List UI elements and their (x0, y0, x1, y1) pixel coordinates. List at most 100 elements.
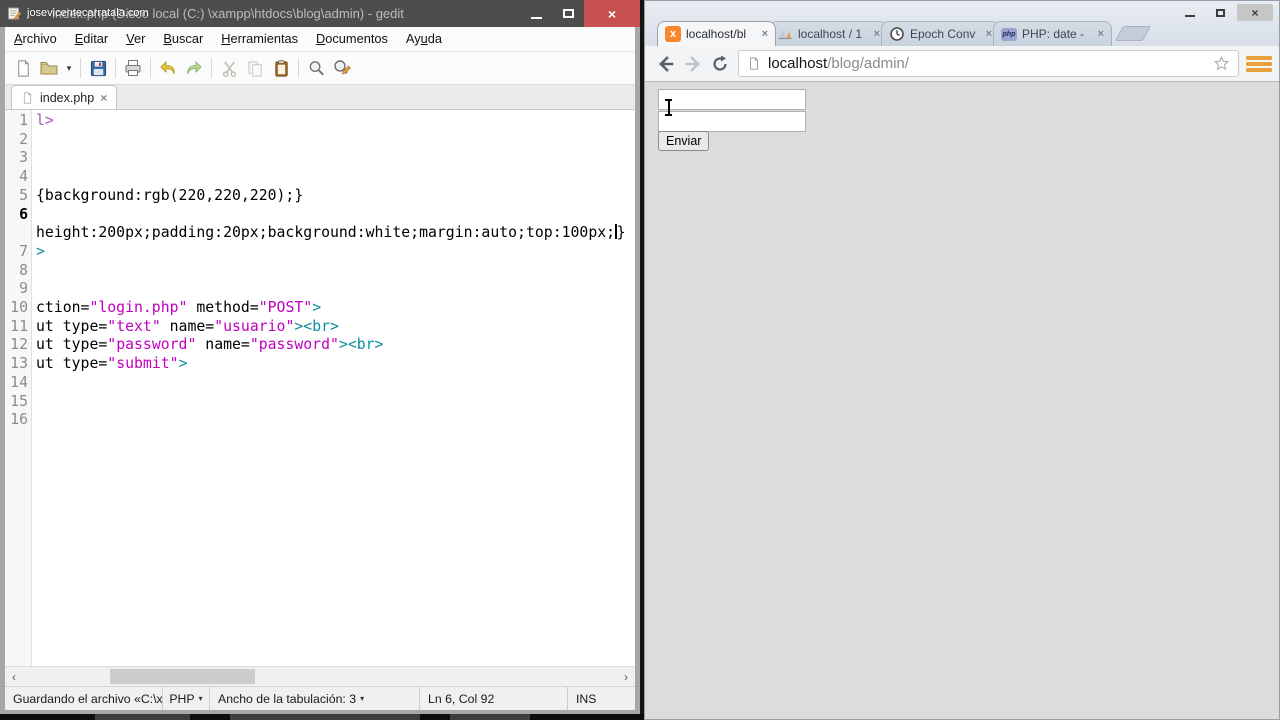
tab-close-icon[interactable]: × (1098, 28, 1104, 40)
code-line: 13 ut type="submit"> (5, 355, 635, 374)
chevron-down-icon: ▾ (66, 62, 72, 73)
toolbar-separator (150, 58, 151, 78)
usuario-input[interactable] (658, 89, 806, 110)
minimize-button[interactable] (1177, 4, 1203, 21)
copy-icon (247, 60, 262, 77)
new-document-button[interactable] (10, 55, 36, 81)
browser-tab-1[interactable]: x localhost/bl × (657, 21, 776, 46)
taskbar-sliver (0, 714, 644, 720)
save-icon (90, 60, 106, 76)
insert-mode-indicator: INS (576, 691, 597, 706)
paste-button[interactable] (268, 55, 294, 81)
minimize-button[interactable] (520, 0, 552, 27)
paste-clipboard-icon (274, 59, 288, 77)
save-button[interactable] (85, 55, 111, 81)
page-icon (750, 57, 758, 70)
code-line: 2 (5, 131, 635, 150)
menu-buscar[interactable]: Buscar (154, 27, 212, 51)
tab-close-icon[interactable]: × (874, 28, 880, 40)
gedit-titlebar: josevicentecarratala.com index.php (Disc… (0, 0, 640, 27)
gedit-window: josevicentecarratala.com index.php (Disc… (0, 0, 640, 714)
line-number: 11 (10, 317, 28, 335)
undo-button[interactable] (155, 55, 181, 81)
scroll-right-arrow[interactable]: › (617, 667, 635, 686)
url-text[interactable]: localhost/blog/admin/ (768, 55, 1213, 72)
code-line: 15 (5, 393, 635, 412)
document-icon (23, 91, 32, 104)
code-line: 7 > (5, 243, 635, 262)
toolbar-separator (211, 58, 212, 78)
tab-close-icon[interactable]: × (762, 28, 768, 40)
menu-ayuda[interactable]: Ayuda (397, 27, 451, 51)
find-button[interactable] (303, 55, 329, 81)
line-number: 1 (19, 112, 28, 129)
line-number: 4 (19, 168, 28, 186)
menu-editar[interactable]: Editar (66, 27, 117, 51)
close-button[interactable]: × (584, 0, 640, 27)
forward-button[interactable] (679, 50, 706, 77)
close-button[interactable]: × (1237, 4, 1273, 21)
editor-tab-index-php[interactable]: index.php × (11, 85, 118, 109)
cursor-position: Ln 6, Col 92 (420, 687, 568, 710)
code-line: 4 (5, 168, 635, 187)
redo-button[interactable] (181, 55, 207, 81)
phpmyadmin-icon (778, 29, 792, 40)
tab-title: PHP: date - (1022, 27, 1085, 41)
password-input[interactable] (658, 111, 806, 132)
line-number: 15 (10, 392, 28, 410)
maximize-button[interactable] (552, 0, 584, 27)
submit-button[interactable]: Enviar (658, 131, 710, 151)
menu-herramientas[interactable]: Herramientas (212, 27, 307, 51)
text-cursor-pointer (664, 99, 673, 116)
code-editor[interactable]: 1 l> 2 3 4 5 {background:rgb(220,220,220);} 6 he… (5, 110, 635, 666)
taskbar-item (230, 714, 420, 720)
maximize-button[interactable] (1207, 4, 1233, 21)
browser-tab-3[interactable]: Epoch Conv × (881, 21, 1000, 46)
scrollbar-thumb[interactable] (110, 669, 255, 684)
address-bar[interactable]: localhost/blog/admin/ (738, 50, 1239, 77)
code-line: height:200px;padding:20px;background:whi… (5, 224, 635, 243)
line-number: 14 (10, 373, 28, 391)
undo-icon (160, 61, 175, 75)
find-and-replace-icon (334, 60, 351, 75)
code-line: 5 {background:rgb(220,220,220);} (5, 187, 635, 206)
browser-tab-2[interactable]: localhost / 1 × (769, 21, 888, 46)
reload-button[interactable] (706, 50, 733, 77)
new-tab-button[interactable] (1115, 26, 1151, 41)
menu-documentos[interactable]: Documentos (307, 27, 397, 51)
menu-archivo[interactable]: Archivo (5, 27, 66, 51)
gedit-menubar: Archivo Editar Ver Buscar Herramientas Docume… (5, 27, 635, 52)
code-line: 16 (5, 411, 635, 430)
back-arrow-icon (658, 55, 673, 72)
line-number: 9 (19, 280, 28, 298)
line-number: 16 (10, 411, 28, 429)
code-line: 9 (5, 280, 635, 299)
code-line: 10 ction="login.php" method="POST"> (5, 299, 635, 318)
tab-width-dropdown[interactable]: Ancho de la tabulación: 3 ▾ (210, 687, 420, 710)
code-line: 8 (5, 262, 635, 281)
browser-menu-button[interactable] (1246, 53, 1272, 75)
back-button[interactable] (652, 50, 679, 77)
find-replace-button[interactable] (329, 55, 355, 81)
tab-close-icon[interactable]: × (100, 91, 107, 105)
browser-tab-4[interactable]: php PHP: date - × (993, 21, 1112, 46)
toolbar-separator (115, 58, 116, 78)
menu-ver[interactable]: Ver (117, 27, 154, 51)
language-dropdown[interactable]: PHP ▾ (163, 687, 210, 710)
cut-scissors-icon (222, 60, 236, 77)
gedit-toolbar: ▾ (5, 52, 635, 85)
horizontal-scrollbar[interactable]: ‹ › (5, 666, 635, 686)
tab-title: localhost/bl (686, 27, 747, 41)
tab-close-icon[interactable]: × (986, 28, 992, 40)
print-button[interactable] (120, 55, 146, 81)
open-dropdown-button[interactable]: ▾ (62, 55, 76, 81)
bookmark-star-icon[interactable] (1213, 55, 1230, 72)
scroll-left-arrow[interactable]: ‹ (5, 667, 23, 686)
taskbar-item (450, 714, 530, 720)
copy-button[interactable] (242, 55, 268, 81)
url-path: /blog/admin/ (827, 55, 909, 72)
cut-button[interactable] (216, 55, 242, 81)
line-number: 5 (19, 186, 28, 204)
line-number: 2 (19, 130, 28, 148)
open-button[interactable] (36, 55, 62, 81)
